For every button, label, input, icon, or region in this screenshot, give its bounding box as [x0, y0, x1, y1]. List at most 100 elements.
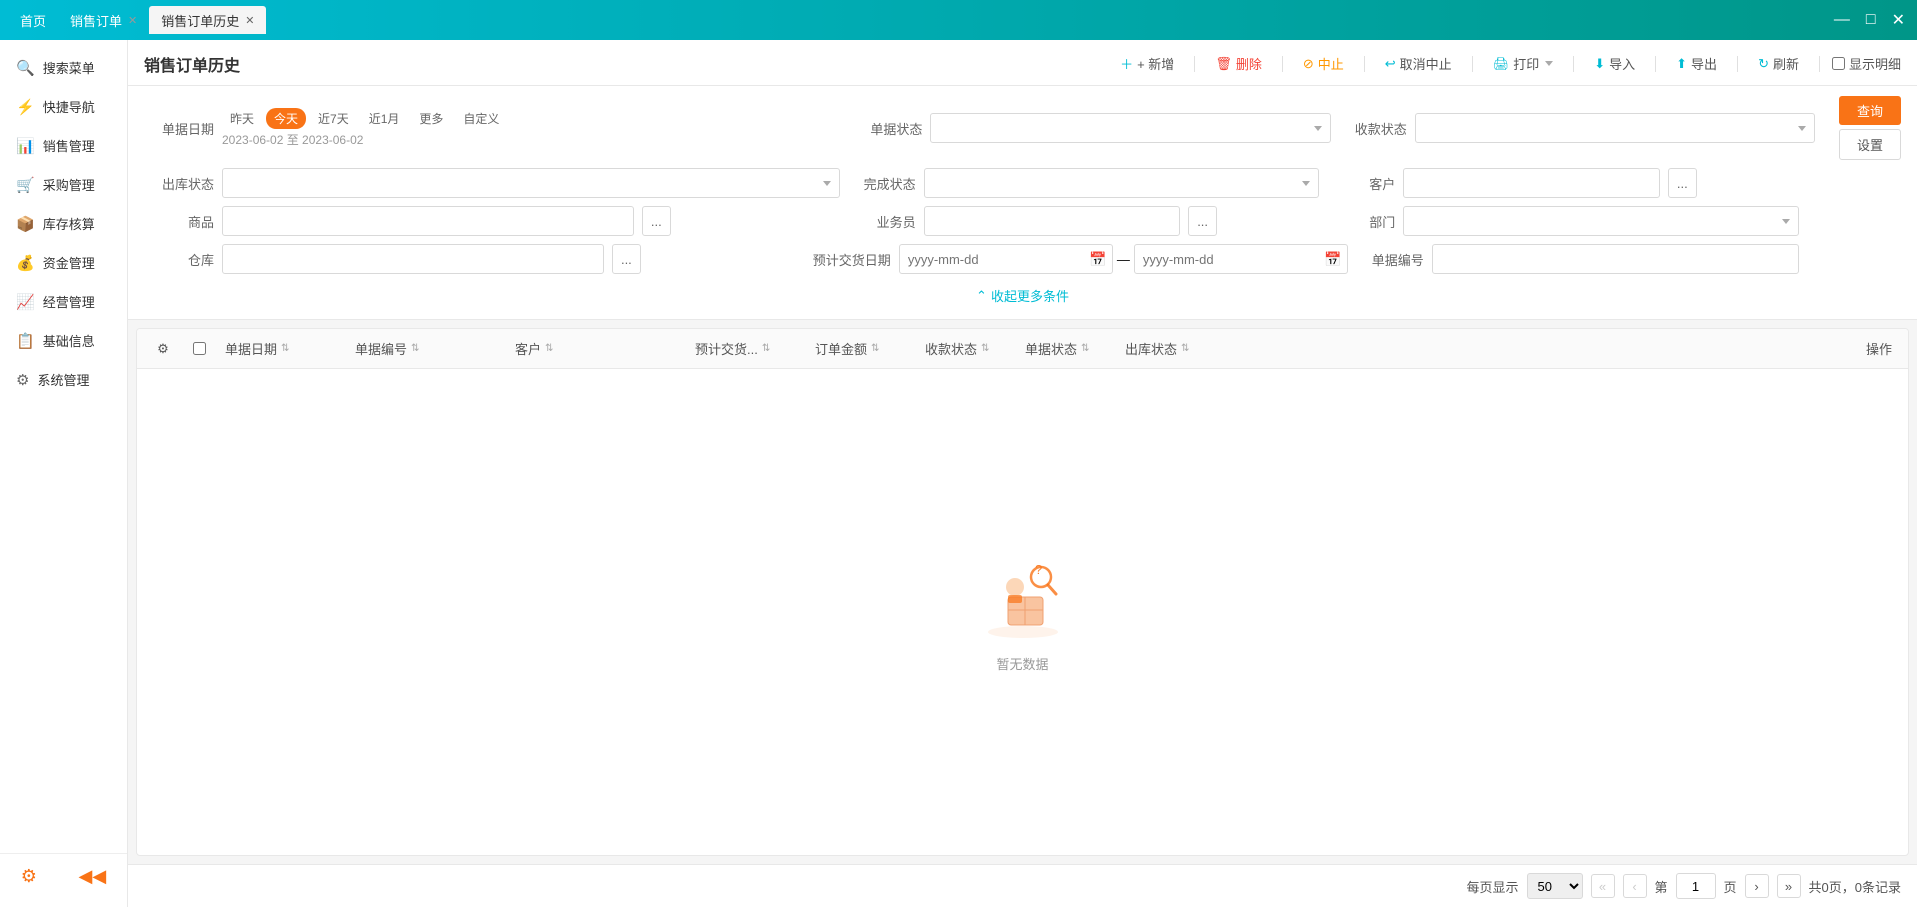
minimize-button[interactable]: — [1830, 9, 1854, 31]
last-page-button[interactable]: » [1777, 874, 1801, 898]
order-sort-icon: ⇅ [1081, 343, 1089, 354]
tab-sales-order-history[interactable]: 销售订单历史 ✕ [149, 6, 266, 34]
completion-label: 完成状态 [856, 174, 916, 193]
cancel-stop-button[interactable]: ↩ 取消中止 [1377, 50, 1460, 77]
deliver-sort-icon: ⇅ [762, 343, 770, 354]
prev-page-button[interactable]: ‹ [1623, 874, 1647, 898]
date-btn-more[interactable]: 更多 [411, 108, 451, 129]
customer-ellipsis-button[interactable]: ... [1668, 168, 1697, 198]
order-num-input[interactable] [1432, 244, 1799, 274]
tab-sales-order-close[interactable]: ✕ [128, 14, 137, 27]
delete-icon: 🗑 [1215, 56, 1232, 72]
date-btn-yesterday[interactable]: 昨天 [222, 108, 262, 129]
th-num[interactable]: 单据编号 ⇅ [347, 339, 507, 358]
order-num-label: 单据编号 [1364, 250, 1424, 269]
sidebar-item-operations[interactable]: 📈 经营管理 [0, 282, 127, 321]
stop-button[interactable]: ⊘ 中止 [1295, 50, 1352, 77]
delivery-date-start-input[interactable] [899, 244, 1113, 274]
sidebar-item-base-info[interactable]: 📋 基础信息 [0, 321, 127, 360]
out-status-select[interactable] [222, 168, 840, 198]
close-button[interactable]: ✕ [1888, 8, 1909, 32]
sidebar-item-system-mgmt[interactable]: ⚙ 系统管理 [0, 360, 127, 399]
sidebar-item-search-menu[interactable]: 🔍 搜索菜单 [0, 48, 127, 87]
goods-ellipsis-button[interactable]: ... [642, 206, 671, 236]
delivery-date-end-input[interactable] [1134, 244, 1348, 274]
import-button[interactable]: ⬇ 导入 [1586, 50, 1643, 77]
sales-mgmt-icon: 📊 [16, 137, 35, 155]
th-order-status[interactable]: 单据状态 ⇅ [1017, 339, 1117, 358]
main-layout: 🔍 搜索菜单 ⚡ 快捷导航 📊 销售管理 🛒 采购管理 📦 库存核算 💰 资金管… [0, 40, 1917, 907]
date-btn-7days[interactable]: 近7天 [310, 108, 357, 129]
filter-row-3: 商品 ... 业务员 ... 部门 [144, 206, 1901, 236]
sidebar: 🔍 搜索菜单 ⚡ 快捷导航 📊 销售管理 🛒 采购管理 📦 库存核算 💰 资金管… [0, 40, 128, 907]
toolbar-divider-2 [1282, 56, 1283, 72]
amount-sort-icon: ⇅ [871, 343, 879, 354]
date-btn-today[interactable]: 今天 [266, 108, 306, 129]
delete-button[interactable]: 🗑 删除 [1207, 50, 1270, 77]
page-number-input[interactable] [1676, 873, 1716, 899]
select-all-checkbox[interactable] [193, 342, 206, 355]
print-button[interactable]: 🖨 打印 [1485, 50, 1562, 77]
order-status-select[interactable] [930, 113, 1330, 143]
refresh-button[interactable]: ↻ 刷新 [1750, 50, 1807, 77]
warehouse-input[interactable] [222, 244, 604, 274]
first-page-button[interactable]: « [1591, 874, 1615, 898]
next-page-button[interactable]: › [1745, 874, 1769, 898]
th-gear[interactable]: ⚙ [145, 341, 181, 357]
sidebar-item-purchase-mgmt-label: 采购管理 [43, 175, 95, 194]
inventory-icon: 📦 [16, 215, 35, 233]
display-detail-checkbox[interactable] [1832, 57, 1845, 70]
sidebar-settings-button[interactable]: ⚙ [17, 862, 41, 891]
salesman-ellipsis-button[interactable]: ... [1188, 206, 1217, 236]
sidebar-item-base-info-label: 基础信息 [43, 331, 95, 350]
toolbar-divider-8 [1819, 56, 1820, 72]
salesman-input[interactable] [924, 206, 1181, 236]
th-amount[interactable]: 订单金额 ⇅ [807, 339, 917, 358]
th-pay-status[interactable]: 收款状态 ⇅ [917, 339, 1017, 358]
maximize-button[interactable]: □ [1862, 9, 1880, 31]
th-check[interactable] [181, 342, 217, 355]
delivery-date-start-wrap: 📅 [899, 244, 1113, 274]
warehouse-label: 仓库 [144, 250, 214, 269]
sidebar-collapse-button[interactable]: ◀◀ [75, 862, 111, 891]
filter-row-1: 单据日期 昨天 今天 近7天 近1月 更多 自定义 2023-06-02 至 2… [144, 96, 1901, 160]
collapse-button[interactable]: ⌃ 收起更多条件 [144, 282, 1901, 309]
tab-sales-order[interactable]: 销售订单 ✕ [58, 6, 149, 34]
per-page-select[interactable]: 50 10 20 100 [1527, 873, 1583, 899]
goods-input[interactable] [222, 206, 634, 236]
customer-input[interactable] [1403, 168, 1660, 198]
th-deliver[interactable]: 预计交货... ⇅ [687, 339, 807, 358]
export-button[interactable]: ⬆ 导出 [1668, 50, 1725, 77]
date-btn-custom[interactable]: 自定义 [455, 108, 507, 129]
empty-state: ? 暂无数据 [137, 369, 1908, 855]
sidebar-item-quick-nav[interactable]: ⚡ 快捷导航 [0, 87, 127, 126]
tab-home[interactable]: 首页 [8, 6, 58, 34]
th-date[interactable]: 单据日期 ⇅ [217, 339, 347, 358]
tab-sales-order-history-close[interactable]: ✕ [245, 14, 254, 27]
th-out-status[interactable]: 出库状态 ⇅ [1117, 339, 1217, 358]
filter-department-item: 部门 [1335, 206, 1799, 236]
sidebar-item-finance[interactable]: 💰 资金管理 [0, 243, 127, 282]
toolbar: ＋ + 新增 🗑 删除 ⊘ 中止 ↩ 取消中止 [1112, 50, 1901, 77]
completion-select[interactable] [924, 168, 1320, 198]
tab-sales-order-label: 销售订单 [70, 11, 122, 30]
order-status-label: 单据状态 [862, 119, 922, 138]
sidebar-item-inventory[interactable]: 📦 库存核算 [0, 204, 127, 243]
warehouse-ellipsis-button[interactable]: ... [612, 244, 641, 274]
sidebar-item-operations-label: 经营管理 [43, 292, 95, 311]
new-button[interactable]: ＋ + 新增 [1112, 50, 1182, 77]
date-btn-1month[interactable]: 近1月 [361, 108, 408, 129]
query-button[interactable]: 查询 [1839, 96, 1901, 125]
pay-status-select[interactable] [1415, 113, 1815, 143]
th-customer[interactable]: 客户 ⇅ [507, 339, 687, 358]
filter-settings-button[interactable]: 设置 [1839, 129, 1901, 160]
department-select[interactable] [1403, 206, 1799, 236]
customer-sort-icon: ⇅ [545, 343, 553, 354]
pay-status-chevron-icon [1798, 126, 1806, 131]
base-info-icon: 📋 [16, 332, 35, 350]
sidebar-item-sales-mgmt[interactable]: 📊 销售管理 [0, 126, 127, 165]
filter-completion-item: 完成状态 [856, 168, 1320, 198]
sidebar-item-purchase-mgmt[interactable]: 🛒 采购管理 [0, 165, 127, 204]
table-header: ⚙ 单据日期 ⇅ 单据编号 ⇅ 客户 ⇅ 预计交货... [137, 329, 1908, 369]
display-detail-checkbox-label[interactable]: 显示明细 [1832, 54, 1901, 73]
